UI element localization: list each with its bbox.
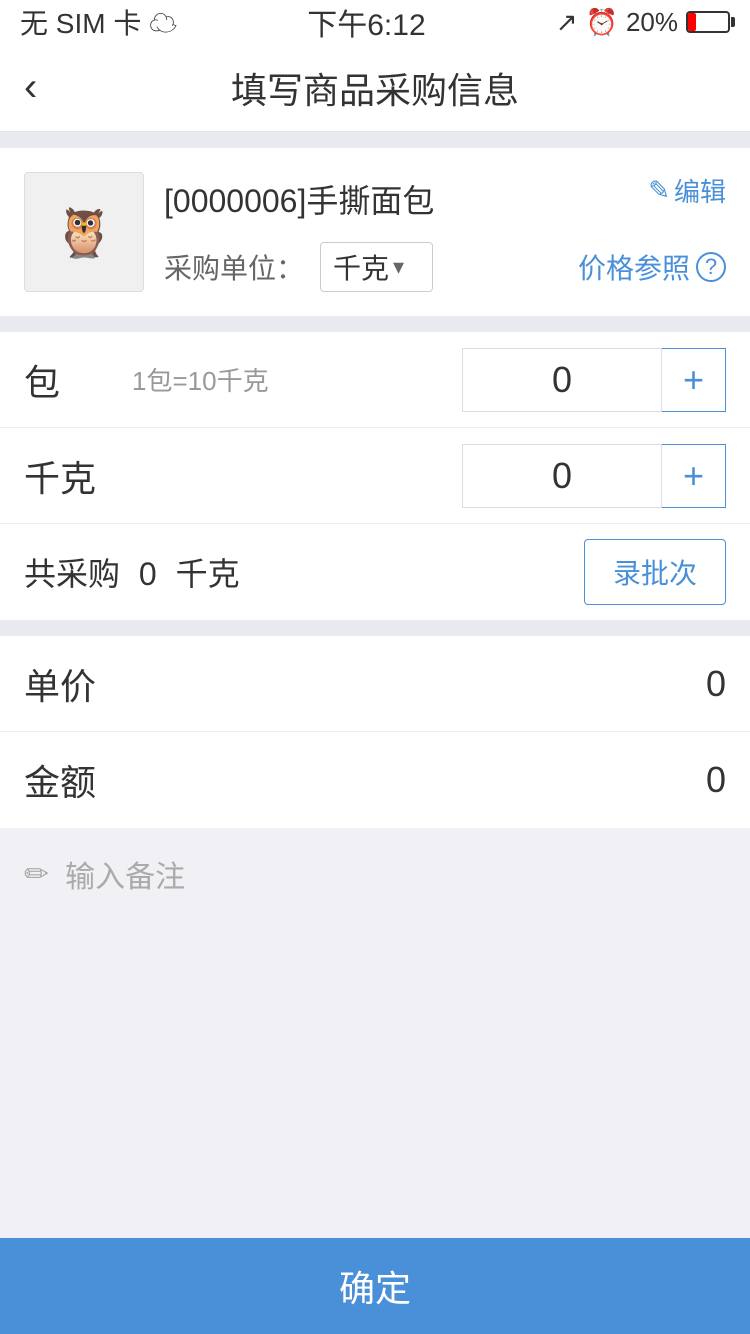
- amount-value: 0: [706, 759, 726, 801]
- kg-label: 千克: [24, 450, 124, 502]
- total-label: 共采购 0 千克: [24, 549, 240, 595]
- kg-number-box: +: [462, 444, 726, 508]
- section-divider-1: [0, 132, 750, 148]
- status-bar: 无 SIM 卡 ☁ 下午6:12 ↗ ⏰ 20%: [0, 0, 750, 44]
- unit-price-label: 单价: [24, 658, 706, 710]
- nav-bar: ‹ 填写商品采购信息: [0, 44, 750, 132]
- bag-input-row: 包 1包=10千克 +: [0, 332, 750, 428]
- back-icon: ‹: [24, 65, 37, 110]
- bag-sublabel: 1包=10千克: [132, 361, 269, 398]
- status-right: ↗ ⏰ 20%: [556, 7, 730, 38]
- unit-price-value: 0: [706, 663, 726, 705]
- bag-number-box: +: [462, 348, 726, 412]
- unit-price-row: 单价 0: [0, 636, 750, 732]
- remark-placeholder: 输入备注: [65, 852, 185, 896]
- kg-plus-button[interactable]: +: [662, 444, 726, 508]
- product-image: 🦉: [24, 172, 144, 292]
- amount-label: 金额: [24, 754, 706, 806]
- plus-icon-2: +: [683, 455, 704, 497]
- remark-section[interactable]: ✏ 输入备注: [0, 828, 750, 920]
- bag-label: 包: [24, 354, 124, 406]
- product-unit-row: 采购单位： 千克 ▾ 价格参照 ?: [164, 242, 726, 292]
- kg-input[interactable]: [462, 444, 662, 508]
- total-amount: 0: [139, 556, 157, 592]
- alarm-icon: ⏰: [586, 7, 618, 38]
- bag-plus-button[interactable]: +: [662, 348, 726, 412]
- total-unit: 千克: [176, 556, 240, 592]
- content-bottom: [0, 920, 750, 1220]
- sim-status: 无 SIM 卡 ☁: [20, 2, 177, 42]
- product-name: [0000006]手撕面包: [164, 176, 726, 222]
- unit-select[interactable]: 千克 ▾: [320, 242, 433, 292]
- edit-icon: ✎: [648, 175, 670, 206]
- page-title: 填写商品采购信息: [231, 62, 519, 114]
- battery-percent: 20%: [626, 7, 678, 38]
- edit-label: 编辑: [674, 172, 726, 209]
- status-left: 无 SIM 卡 ☁: [20, 2, 177, 42]
- total-prefix: 共采购: [24, 556, 120, 592]
- edit-button[interactable]: ✎ 编辑: [648, 172, 726, 209]
- price-section: 单价 0 金额 0: [0, 636, 750, 828]
- product-info: [0000006]手撕面包 采购单位： 千克 ▾ 价格参照 ?: [164, 172, 726, 292]
- pencil-icon: ✏: [24, 857, 49, 892]
- back-button[interactable]: ‹: [24, 65, 37, 110]
- amount-row: 金额 0: [0, 732, 750, 828]
- question-icon: ?: [696, 252, 726, 282]
- product-card: 🦉 [0000006]手撕面包 采购单位： 千克 ▾ 价格参照 ? ✎ 编辑: [0, 148, 750, 316]
- price-reference-button[interactable]: 价格参照 ?: [578, 247, 726, 287]
- plus-icon: +: [683, 359, 704, 401]
- unit-label: 采购单位：: [164, 247, 304, 287]
- price-ref-label: 价格参照: [578, 247, 690, 287]
- total-row: 共采购 0 千克 录批次: [0, 524, 750, 620]
- battery-icon: [686, 11, 730, 33]
- status-time: 下午6:12: [307, 0, 425, 44]
- product-logo: 🦉: [54, 204, 114, 261]
- confirm-button[interactable]: 确定: [0, 1238, 750, 1334]
- section-divider-3: [0, 620, 750, 636]
- kg-input-row: 千克 +: [0, 428, 750, 524]
- bag-input[interactable]: [462, 348, 662, 412]
- unit-select-value: 千克: [333, 247, 389, 287]
- section-divider-2: [0, 316, 750, 332]
- record-batch-button[interactable]: 录批次: [584, 539, 726, 605]
- input-section: 包 1包=10千克 + 千克 +: [0, 332, 750, 524]
- navigation-icon: ↗: [556, 7, 578, 38]
- chevron-down-icon: ▾: [393, 254, 404, 280]
